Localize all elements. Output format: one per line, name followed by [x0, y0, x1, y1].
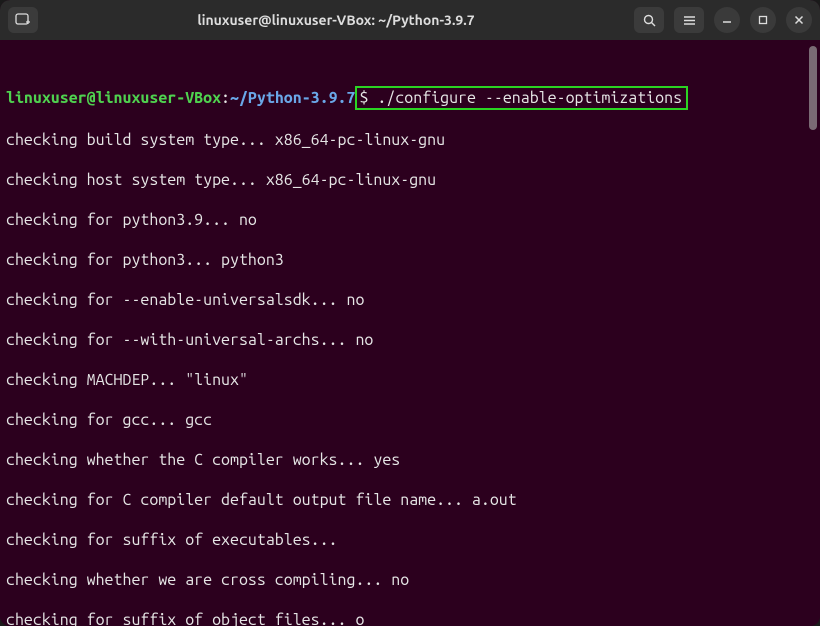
- titlebar-left: [8, 7, 38, 33]
- new-tab-button[interactable]: [8, 7, 38, 33]
- output-line: checking for --with-universal-archs... n…: [6, 330, 814, 350]
- prompt-line: linuxuser@linuxuser-VBox:~/Python-3.9.7$…: [6, 86, 814, 110]
- output-line: checking for python3... python3: [6, 250, 814, 270]
- terminal-window: linuxuser@linuxuser-VBox: ~/Python-3.9.7: [0, 0, 820, 626]
- output-line: checking for --enable-universalsdk... no: [6, 290, 814, 310]
- search-button[interactable]: [634, 7, 664, 33]
- output-line: checking for gcc... gcc: [6, 410, 814, 430]
- prompt-cwd: ~/Python-3.9.7: [230, 89, 355, 107]
- output-line: checking for python3.9... no: [6, 210, 814, 230]
- output-line: checking whether we are cross compiling.…: [6, 570, 814, 590]
- titlebar-right: [634, 7, 812, 33]
- close-button[interactable]: [786, 7, 812, 33]
- output-line: checking for suffix of object files... o: [6, 610, 814, 626]
- command-text: ./configure --enable-optimizations: [377, 89, 682, 107]
- terminal-output[interactable]: linuxuser@linuxuser-VBox:~/Python-3.9.7$…: [0, 40, 820, 626]
- output-line: checking for C compiler default output f…: [6, 490, 814, 510]
- scrollbar-thumb[interactable]: [809, 46, 817, 130]
- menu-button[interactable]: [674, 7, 704, 33]
- titlebar: linuxuser@linuxuser-VBox: ~/Python-3.9.7: [0, 0, 820, 40]
- output-line: checking for suffix of executables...: [6, 530, 814, 550]
- minimize-button[interactable]: [714, 7, 740, 33]
- output-line: checking host system type... x86_64-pc-l…: [6, 170, 814, 190]
- prompt-dollar: $: [359, 89, 368, 107]
- window-title: linuxuser@linuxuser-VBox: ~/Python-3.9.7: [46, 12, 626, 28]
- output-line: checking whether the C compiler works...…: [6, 450, 814, 470]
- command-highlight: $ ./configure --enable-optimizations: [355, 86, 688, 110]
- output-line: checking MACHDEP... "linux": [6, 370, 814, 390]
- output-line: checking build system type... x86_64-pc-…: [6, 130, 814, 150]
- maximize-button[interactable]: [750, 7, 776, 33]
- prompt-user-host: linuxuser@linuxuser-VBox: [6, 89, 221, 107]
